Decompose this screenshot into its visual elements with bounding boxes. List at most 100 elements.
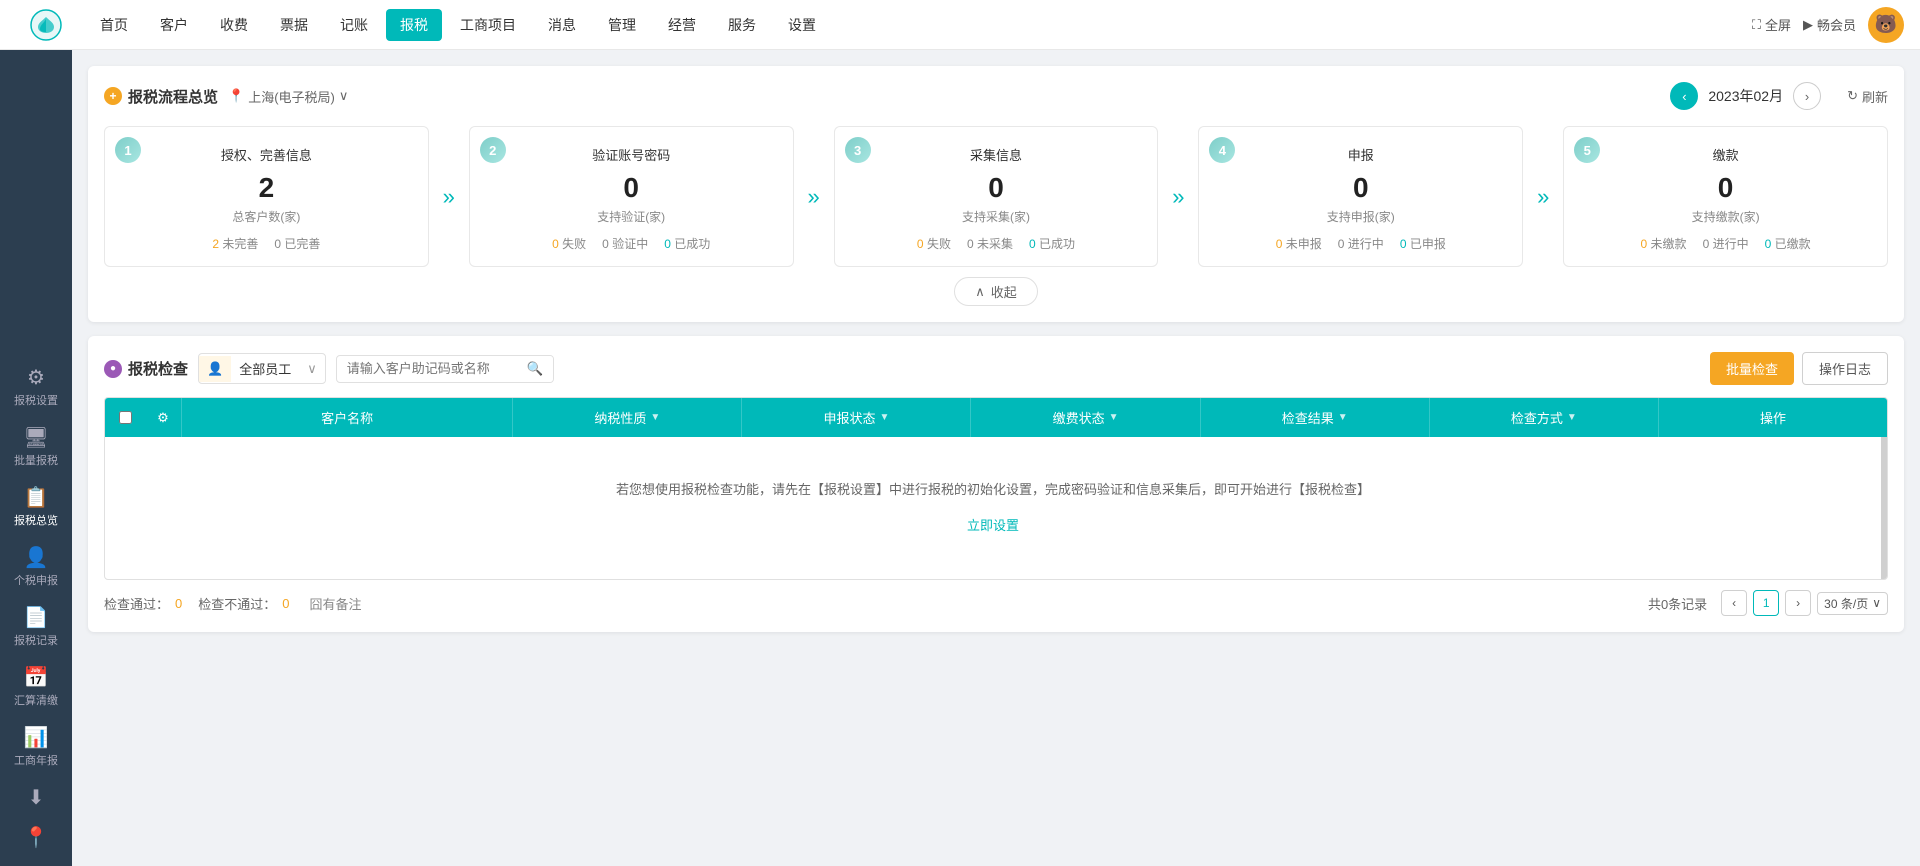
step-badge: 3 [845,137,871,163]
stat-value: 0 [274,237,281,251]
nav-item-工商项目[interactable]: 工商项目 [446,9,530,41]
setup-link[interactable]: 立即设置 [967,518,1019,533]
check-title: ● 报税检查 [104,358,188,379]
prev-page-btn[interactable]: ‹ [1721,590,1747,616]
flow-location[interactable]: 📍 上海(电子税局) ∨ [228,87,348,106]
sidebar-label: 报税总览 [14,512,58,528]
card-title: 授权、完善信息 [121,141,412,164]
th-customer-name: 客户名称 [181,398,512,437]
top-nav: 首页客户收费票据记账报税工商项目消息管理经营服务设置 ⛶ 全屏 ▶ 畅会员 🐻 [0,0,1920,50]
card-stats: 0 失败 0 未采集 0 已成功 [851,235,1142,252]
refresh-btn[interactable]: ↻ 刷新 [1847,87,1888,106]
pagination: ‹ 1 › [1721,590,1811,616]
stat-value[interactable]: 0 [552,237,559,251]
th-declare-status: 申报状态 ▼ [741,398,970,437]
current-month: 2023年02月 [1708,86,1783,106]
nav-item-服务[interactable]: 服务 [714,9,770,41]
download-icon: ⬇ [28,788,45,808]
nav-item-消息[interactable]: 消息 [534,9,590,41]
dropdown-icon: ∨ [339,88,349,104]
sidebar-label: 工商年报 [14,752,58,768]
step-badge: 2 [480,137,506,163]
play-icon: ▶ [1803,17,1813,33]
main-layout: ⚙ 报税设置 🖥 批量报税 📋 报税总览 👤 个税申报 📄 报税记录 📅 汇算清… [0,50,1920,866]
per-page-select[interactable]: 30 条/页 ∨ [1817,592,1888,615]
prev-month-btn[interactable]: ‹ [1670,82,1698,110]
nav-item-记账[interactable]: 记账 [326,9,382,41]
sidebar-item-download[interactable]: ⬇ [20,778,53,818]
check-title-icon: ● [104,360,122,378]
stat-value[interactable]: 0 [1765,237,1772,251]
sidebar-item-报税总览[interactable]: 📋 报税总览 [0,478,72,538]
stat-value[interactable]: 0 [1029,237,1036,251]
nav-item-收费[interactable]: 收费 [206,9,262,41]
flow-title: + 报税流程总览 [104,86,218,107]
sidebar-item-报税设置[interactable]: ⚙ 报税设置 [0,358,72,418]
check-actions: 批量检查 操作日志 [1710,352,1888,385]
stat-value[interactable]: 0 [1641,237,1648,251]
next-page-btn[interactable]: › [1785,590,1811,616]
sidebar-label: 个税申报 [14,572,58,588]
fullscreen-btn[interactable]: ⛶ 全屏 [1752,15,1791,34]
stat-value[interactable]: 0 [664,237,671,251]
stat-value[interactable]: 0 [1400,237,1407,251]
sidebar-item-汇算清缴[interactable]: 📅 汇算清缴 [0,658,72,718]
operation-log-button[interactable]: 操作日志 [1802,352,1888,385]
stat-value[interactable]: 0 [917,237,924,251]
select-all-checkbox[interactable] [119,411,132,424]
th-checkbox[interactable] [105,398,145,437]
table-footer: 检查通过： 0 检查不通过： 0 囧有备注 共0条记录 ‹ 1 › 30 条/页… [104,580,1888,616]
stat-value[interactable]: 0 [1276,237,1283,251]
nav-item-报税[interactable]: 报税 [386,9,442,41]
sidebar-item-批量报税[interactable]: 🖥 批量报税 [0,418,72,478]
employee-select[interactable]: 👤 全部员工 ∨ [198,353,326,384]
th-gear[interactable]: ⚙ [145,398,181,437]
nav-item-管理[interactable]: 管理 [594,9,650,41]
flow-cards: 1 授权、完善信息 2 总客户数(家) 2 未完善 0 已完善 » 2 验证账号… [104,126,1888,267]
sidebar-label: 汇算清缴 [14,692,58,708]
nav-item-设置[interactable]: 设置 [774,9,830,41]
fullscreen-icon: ⛶ [1752,17,1761,33]
table-body: 若您想使用报税检查功能，请先在【报税设置】中进行报税的初始化设置，完成密码验证和… [105,437,1887,579]
next-month-btn[interactable]: › [1793,82,1821,110]
membership-btn[interactable]: ▶ 畅会员 [1803,15,1856,34]
card-title: 采集信息 [851,141,1142,164]
pass-value[interactable]: 0 [175,596,182,611]
avatar[interactable]: 🐻 [1868,7,1904,43]
card-count: 0 [486,172,777,204]
nav-item-客户[interactable]: 客户 [146,9,202,41]
stat-value: 0 [1338,237,1345,251]
table-header: ⚙ 客户名称 纳税性质 ▼ 申报状态 ▼ 缴费状态 ▼ [105,398,1887,437]
content: + 报税流程总览 📍 上海(电子税局) ∨ ‹ 2023年02月 › ↻ 刷新 [72,50,1920,866]
filter-icon-4[interactable]: ▼ [1338,412,1348,423]
logo-icon [30,9,62,41]
fail-value[interactable]: 0 [282,596,289,611]
sidebar-icon: 👤 [24,548,49,568]
flow-arrow-1: » [794,126,834,267]
stat-value: 0 [967,237,974,251]
nav-item-经营[interactable]: 经营 [654,9,710,41]
logo-area [16,9,76,41]
card-stats: 0 未缴款 0 进行中 0 已缴款 [1580,235,1871,252]
batch-check-button[interactable]: 批量检查 [1710,352,1794,385]
search-button[interactable]: 🔍 [517,356,554,382]
filter-icon-2[interactable]: ▼ [879,412,889,423]
nav-item-票据[interactable]: 票据 [266,9,322,41]
filter-icon-3[interactable]: ▼ [1109,412,1119,423]
filter-icon-5[interactable]: ▼ [1567,412,1577,423]
sidebar-item-个税申报[interactable]: 👤 个税申报 [0,538,72,598]
filter-icon[interactable]: ▼ [650,412,660,423]
collapse-btn[interactable]: ∧ 收起 [954,277,1038,306]
sidebar-item-location[interactable]: 📍 [20,818,53,858]
nav-item-首页[interactable]: 首页 [86,9,142,41]
flow-header: + 报税流程总览 📍 上海(电子税局) ∨ ‹ 2023年02月 › ↻ 刷新 [104,82,1888,110]
sidebar-item-工商年报[interactable]: 📊 工商年报 [0,718,72,778]
location-pin-icon: 📍 [228,88,244,104]
tax-check-panel: ● 报税检查 👤 全部员工 ∨ 🔍 批量检查 操作日志 [88,336,1904,632]
search-input[interactable] [337,356,517,381]
employee-text: 全部员工 [231,354,299,383]
sidebar-label: 报税设置 [14,392,58,408]
stat-value[interactable]: 2 [212,237,219,251]
employee-arrow[interactable]: ∨ [299,356,325,382]
sidebar-item-报税记录[interactable]: 📄 报税记录 [0,598,72,658]
